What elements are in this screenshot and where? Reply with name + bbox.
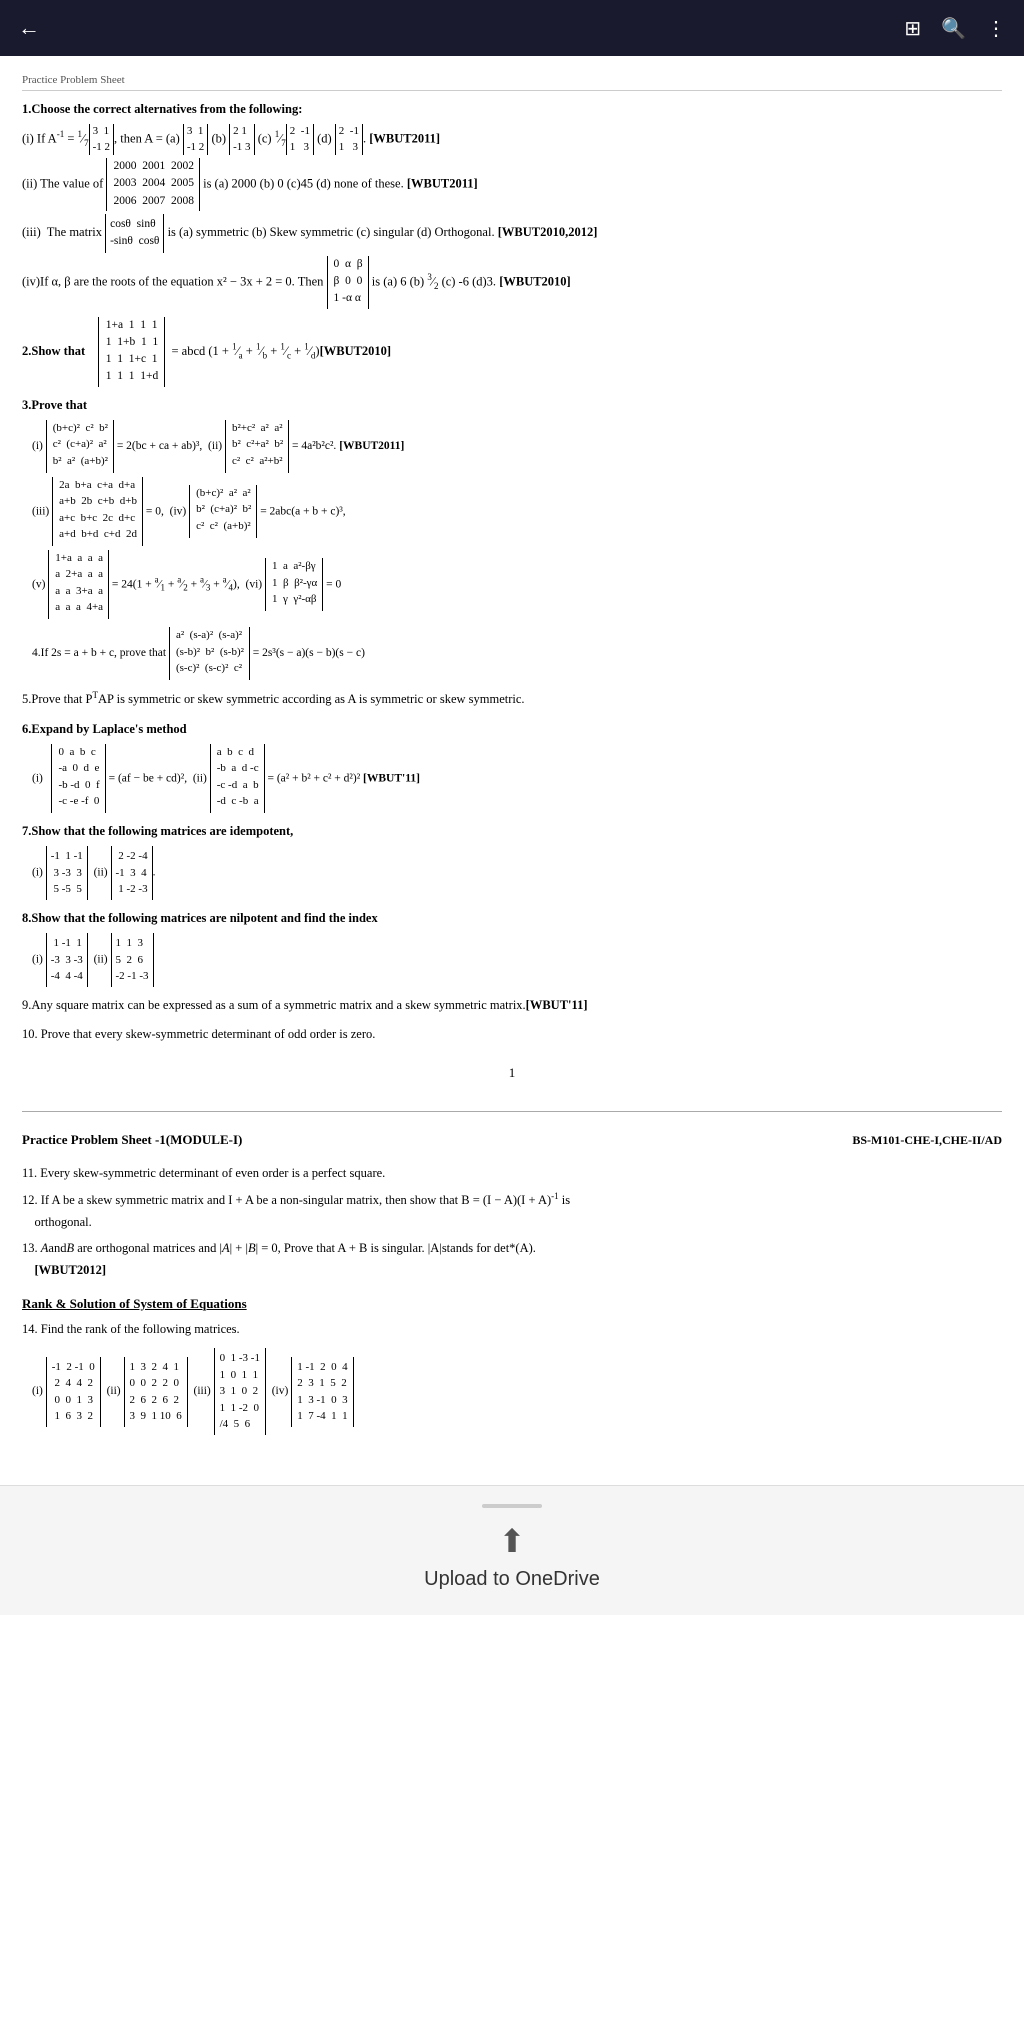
- page-number: 1: [22, 1065, 1002, 1081]
- problem-12: 12. If A be a skew symmetric matrix and …: [22, 1188, 1002, 1234]
- practice-problems-11-13: 11. Every skew-symmetric determinant of …: [22, 1162, 1002, 1282]
- section-4: 4.If 2s = a + b + c, prove that a² (s-a)…: [22, 627, 1002, 680]
- upload-bar-handle: [482, 1504, 542, 1508]
- problem-10: 10. Prove that every skew-symmetric dete…: [22, 1024, 1002, 1045]
- upload-label[interactable]: Upload to OneDrive: [424, 1568, 600, 1591]
- upload-bar[interactable]: ⬆ Upload to OneDrive: [0, 1485, 1024, 1615]
- page-divider: [22, 1111, 1002, 1112]
- section-1: 1.Choose the correct alternatives from t…: [22, 99, 1002, 309]
- problem-1iii: (iii) The matrix cosθ sinθ-sinθ cosθ is …: [22, 214, 1002, 253]
- main-content: Practice Problem Sheet 1.Choose the corr…: [0, 56, 1024, 1465]
- problem-3v: (v) 1+a a a a a 2+a a a a a 3+a a a a a …: [32, 550, 1002, 619]
- section-5: 5.Prove that PTAP is symmetric or skew s…: [22, 688, 1002, 710]
- section-6: 6.Expand by Laplace's method (i) 0 a b c…: [22, 719, 1002, 814]
- problem-4: 4.If 2s = a + b + c, prove that a² (s-a)…: [32, 627, 1002, 680]
- section-6-title: 6.Expand by Laplace's method: [22, 719, 1002, 740]
- problem-7: (i) -1 1 -1 3 -3 3 5 -5 5 (ii) 2 -2 -4 -…: [32, 846, 1002, 900]
- section-1-title: 1.Choose the correct alternatives from t…: [22, 99, 1002, 120]
- section-8: 8.Show that the following matrices are n…: [22, 908, 1002, 987]
- section-7: 7.Show that the following matrices are i…: [22, 821, 1002, 900]
- rank-matrices: (i) -1 2 -1 0 2 4 4 2 0 0 1 3 1 6 3 2 (i…: [32, 1348, 1002, 1435]
- back-button[interactable]: ←: [18, 15, 40, 41]
- problem-1iv: (iv)If α, β are the roots of the equatio…: [22, 256, 1002, 309]
- section-3: 3.Prove that (i) (b+c)² c² b² c² (c+a)² …: [22, 395, 1002, 620]
- problem-13: 13. AandB are orthogonal matrices and |A…: [22, 1237, 1002, 1282]
- section-7-title: 7.Show that the following matrices are i…: [22, 821, 1002, 842]
- problem-1i: (i) If A-1 = 1⁄73 1-1 2, then A = (a) 3 …: [22, 124, 1002, 155]
- problem-3iii: (iii) 2a b+a c+a d+a a+b 2b c+b d+b a+c …: [32, 477, 1002, 546]
- section-8-title: 8.Show that the following matrices are n…: [22, 908, 1002, 929]
- problem-8: (i) 1 -1 1 -3 3 -3 -4 4 -4 (ii) 1 1 3 5 …: [32, 933, 1002, 987]
- problem-14-title: 14. Find the rank of the following matri…: [22, 1318, 1002, 1341]
- top-bar: ← ⊞ 🔍 ⋮: [0, 0, 1024, 56]
- problem-1ii: (ii) The value of 2000 2001 2002 2003 20…: [22, 158, 1002, 211]
- doc-header: Practice Problem Sheet: [22, 74, 1002, 91]
- section-10: 10. Prove that every skew-symmetric dete…: [22, 1024, 1002, 1045]
- problem-11: 11. Every skew-symmetric determinant of …: [22, 1162, 1002, 1185]
- rank-section-title: Rank & Solution of System of Equations: [22, 1296, 1002, 1312]
- problem-5: 5.Prove that PTAP is symmetric or skew s…: [22, 688, 1002, 710]
- practice-sheet-code: BS-M101-CHE-I,CHE-II/AD: [852, 1133, 1002, 1148]
- upload-icon: ⬆: [499, 1522, 526, 1560]
- search-icon[interactable]: 🔍: [941, 16, 966, 41]
- problem-9: 9.Any square matrix can be expressed as …: [22, 995, 1002, 1016]
- practice-header: Practice Problem Sheet -1(MODULE-I) BS-M…: [22, 1132, 1002, 1148]
- section-9: 9.Any square matrix can be expressed as …: [22, 995, 1002, 1016]
- grid-icon[interactable]: ⊞: [904, 16, 921, 41]
- practice-sheet-title: Practice Problem Sheet -1(MODULE-I): [22, 1132, 242, 1148]
- section-2: 2.Show that 1+a 1 1 1 1 1+b 1 1 1 1 1+c …: [22, 317, 1002, 387]
- problem-3i: (i) (b+c)² c² b² c² (c+a)² a² b² a² (a+b…: [32, 420, 1002, 473]
- section-2-title: 2.Show that 1+a 1 1 1 1 1+b 1 1 1 1 1+c …: [22, 317, 1002, 387]
- section-3-title: 3.Prove that: [22, 395, 1002, 416]
- problem-6i: (i) 0 a b c -a 0 d e -b -d 0 f -c -e -f …: [32, 744, 1002, 813]
- more-menu-icon[interactable]: ⋮: [986, 16, 1006, 41]
